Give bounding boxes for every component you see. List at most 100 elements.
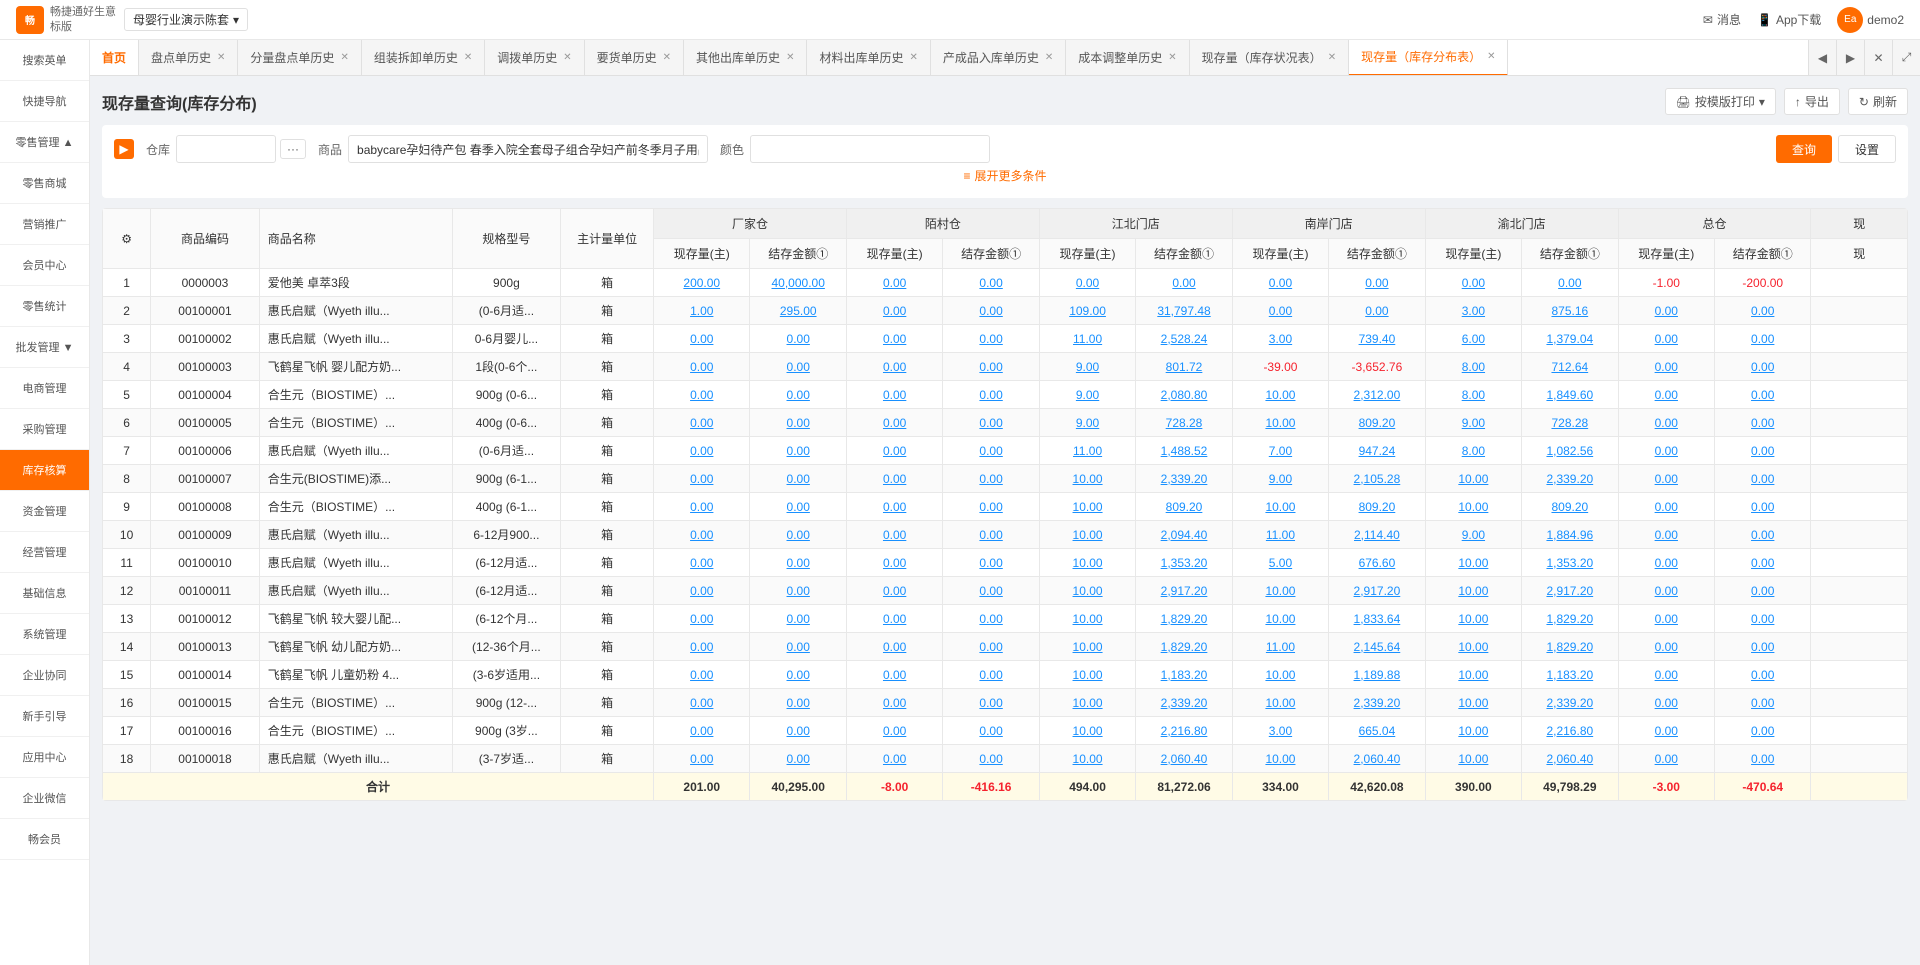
tab-outbound[interactable]: 其他出库单历史 ✕ [684,40,807,76]
cell-num[interactable]: 10.00 [1039,605,1135,633]
sidebar-item-member[interactable]: 会员中心 [0,245,89,286]
cell-num[interactable]: 0.00 [1715,549,1811,577]
cell-num[interactable]: 0.00 [943,465,1039,493]
cell-num[interactable]: 0.00 [846,605,942,633]
cell-num[interactable]: 0.00 [1715,325,1811,353]
cell-num[interactable]: 0.00 [943,605,1039,633]
cell-num[interactable]: 0.00 [1136,269,1232,297]
cell-num[interactable]: 0.00 [943,577,1039,605]
message-btn[interactable]: ✉ 消息 [1703,11,1741,28]
cell-num[interactable]: 10.00 [1232,381,1328,409]
cell-num[interactable]: 0.00 [750,577,846,605]
cell-num[interactable]: 0.00 [654,605,750,633]
sidebar-item-member2[interactable]: 畅会员 [0,819,89,860]
cell-num[interactable]: 11.00 [1232,521,1328,549]
cell-num[interactable]: 0.00 [846,689,942,717]
cell-num[interactable]: 0.00 [654,409,750,437]
sidebar-item-retail-shop[interactable]: 零售商城 [0,163,89,204]
cell-num[interactable]: 0.00 [750,325,846,353]
cell-num[interactable]: 0.00 [943,661,1039,689]
cell-num[interactable]: 10.00 [1425,661,1521,689]
cell-num[interactable]: 10.00 [1425,689,1521,717]
cell-num[interactable]: 0.00 [1618,577,1714,605]
cell-num[interactable]: 295.00 [750,297,846,325]
cell-num[interactable]: 0.00 [750,409,846,437]
cell-num[interactable]: 1,189.88 [1329,661,1425,689]
cell-num[interactable]: 8.00 [1425,437,1521,465]
sidebar-item-marketing[interactable]: 营销推广 [0,204,89,245]
cell-num[interactable]: 0.00 [1232,297,1328,325]
tab-close-cost[interactable]: ✕ [1168,52,1176,63]
tab-close-assembly[interactable]: ✕ [464,52,472,63]
cell-num[interactable]: 0.00 [1618,465,1714,493]
tab-close-transfer[interactable]: ✕ [563,52,571,63]
cell-num[interactable]: 0.00 [750,633,846,661]
cell-num[interactable]: 0.00 [943,437,1039,465]
tab-inventory-status[interactable]: 现存量（库存状况表） ✕ [1190,40,1349,76]
cell-num[interactable]: 0.00 [846,353,942,381]
cell-num[interactable]: 0.00 [1618,409,1714,437]
cell-num[interactable]: 0.00 [846,465,942,493]
cell-num[interactable]: 10.00 [1425,465,1521,493]
cell-num[interactable]: 10.00 [1039,745,1135,773]
cell-num[interactable]: 0.00 [654,493,750,521]
cell-num[interactable]: 0.00 [943,717,1039,745]
cell-num[interactable]: 1,488.52 [1136,437,1232,465]
cell-num[interactable]: 0.00 [846,577,942,605]
cell-num[interactable]: 0.00 [1715,409,1811,437]
tab-close-dist[interactable]: ✕ [1487,51,1495,62]
cell-num[interactable]: 0.00 [1039,269,1135,297]
cell-num[interactable]: 0.00 [1715,353,1811,381]
cell-num[interactable]: 9.00 [1425,521,1521,549]
cell-num[interactable]: 947.24 [1329,437,1425,465]
sidebar-item-retail-stats[interactable]: 零售统计 [0,286,89,327]
cell-num[interactable]: 0.00 [1618,549,1714,577]
sidebar-item-quick-nav[interactable]: 快捷导航 [0,81,89,122]
cell-num[interactable]: 10.00 [1039,689,1135,717]
cell-num[interactable]: 0.00 [1715,577,1811,605]
cell-num[interactable]: 0.00 [1618,297,1714,325]
tab-requisition[interactable]: 要货单历史 ✕ [585,40,684,76]
cell-num[interactable]: 2,094.40 [1136,521,1232,549]
cell-num[interactable]: 2,145.64 [1329,633,1425,661]
cell-num[interactable]: 2,339.20 [1329,689,1425,717]
cell-num[interactable]: 0.00 [750,605,846,633]
cell-num[interactable]: 0.00 [846,661,942,689]
cell-num[interactable]: 809.20 [1522,493,1618,521]
refresh-btn[interactable]: ↻ 刷新 [1848,88,1908,115]
cell-num[interactable]: 40,000.00 [750,269,846,297]
cell-num[interactable]: 0.00 [654,661,750,689]
cell-num[interactable]: 10.00 [1232,605,1328,633]
cell-num[interactable]: 0.00 [750,381,846,409]
user-area[interactable]: Ea demo2 [1837,7,1904,33]
cell-num[interactable]: 0.00 [750,353,846,381]
tab-assembly[interactable]: 组装拆卸单历史 ✕ [362,40,485,76]
sidebar-item-search[interactable]: 搜索英单 [0,40,89,81]
cell-num[interactable]: 0.00 [943,325,1039,353]
cell-num[interactable]: 676.60 [1329,549,1425,577]
cell-num[interactable]: 728.28 [1136,409,1232,437]
cell-num[interactable]: 0.00 [1715,493,1811,521]
cell-num[interactable]: 9.00 [1039,381,1135,409]
cell-num[interactable]: 10.00 [1039,717,1135,745]
cell-num[interactable]: 0.00 [846,381,942,409]
cell-num[interactable]: 0.00 [1715,465,1811,493]
cell-num[interactable]: 10.00 [1039,493,1135,521]
sidebar-item-app-center[interactable]: 应用中心 [0,737,89,778]
cell-num[interactable]: 0.00 [1618,521,1714,549]
cell-num[interactable]: 10.00 [1232,493,1328,521]
cell-num[interactable]: 1,829.20 [1522,605,1618,633]
cell-num[interactable]: 10.00 [1425,633,1521,661]
warehouse-ellipsis-btn[interactable]: ··· [280,139,306,159]
cell-num[interactable]: 0.00 [1715,745,1811,773]
cell-num[interactable]: 2,216.80 [1136,717,1232,745]
cell-num[interactable]: 0.00 [750,437,846,465]
cell-num[interactable]: 200.00 [654,269,750,297]
cell-num[interactable]: 1,829.20 [1136,605,1232,633]
cell-num[interactable]: 0.00 [1618,661,1714,689]
cell-num[interactable]: 2,917.20 [1329,577,1425,605]
industry-select[interactable]: 母婴行业演示陈套 ▾ [124,8,248,31]
cell-num[interactable]: 3.00 [1232,717,1328,745]
cell-num[interactable]: 3.00 [1425,297,1521,325]
cell-num[interactable]: 1,884.96 [1522,521,1618,549]
